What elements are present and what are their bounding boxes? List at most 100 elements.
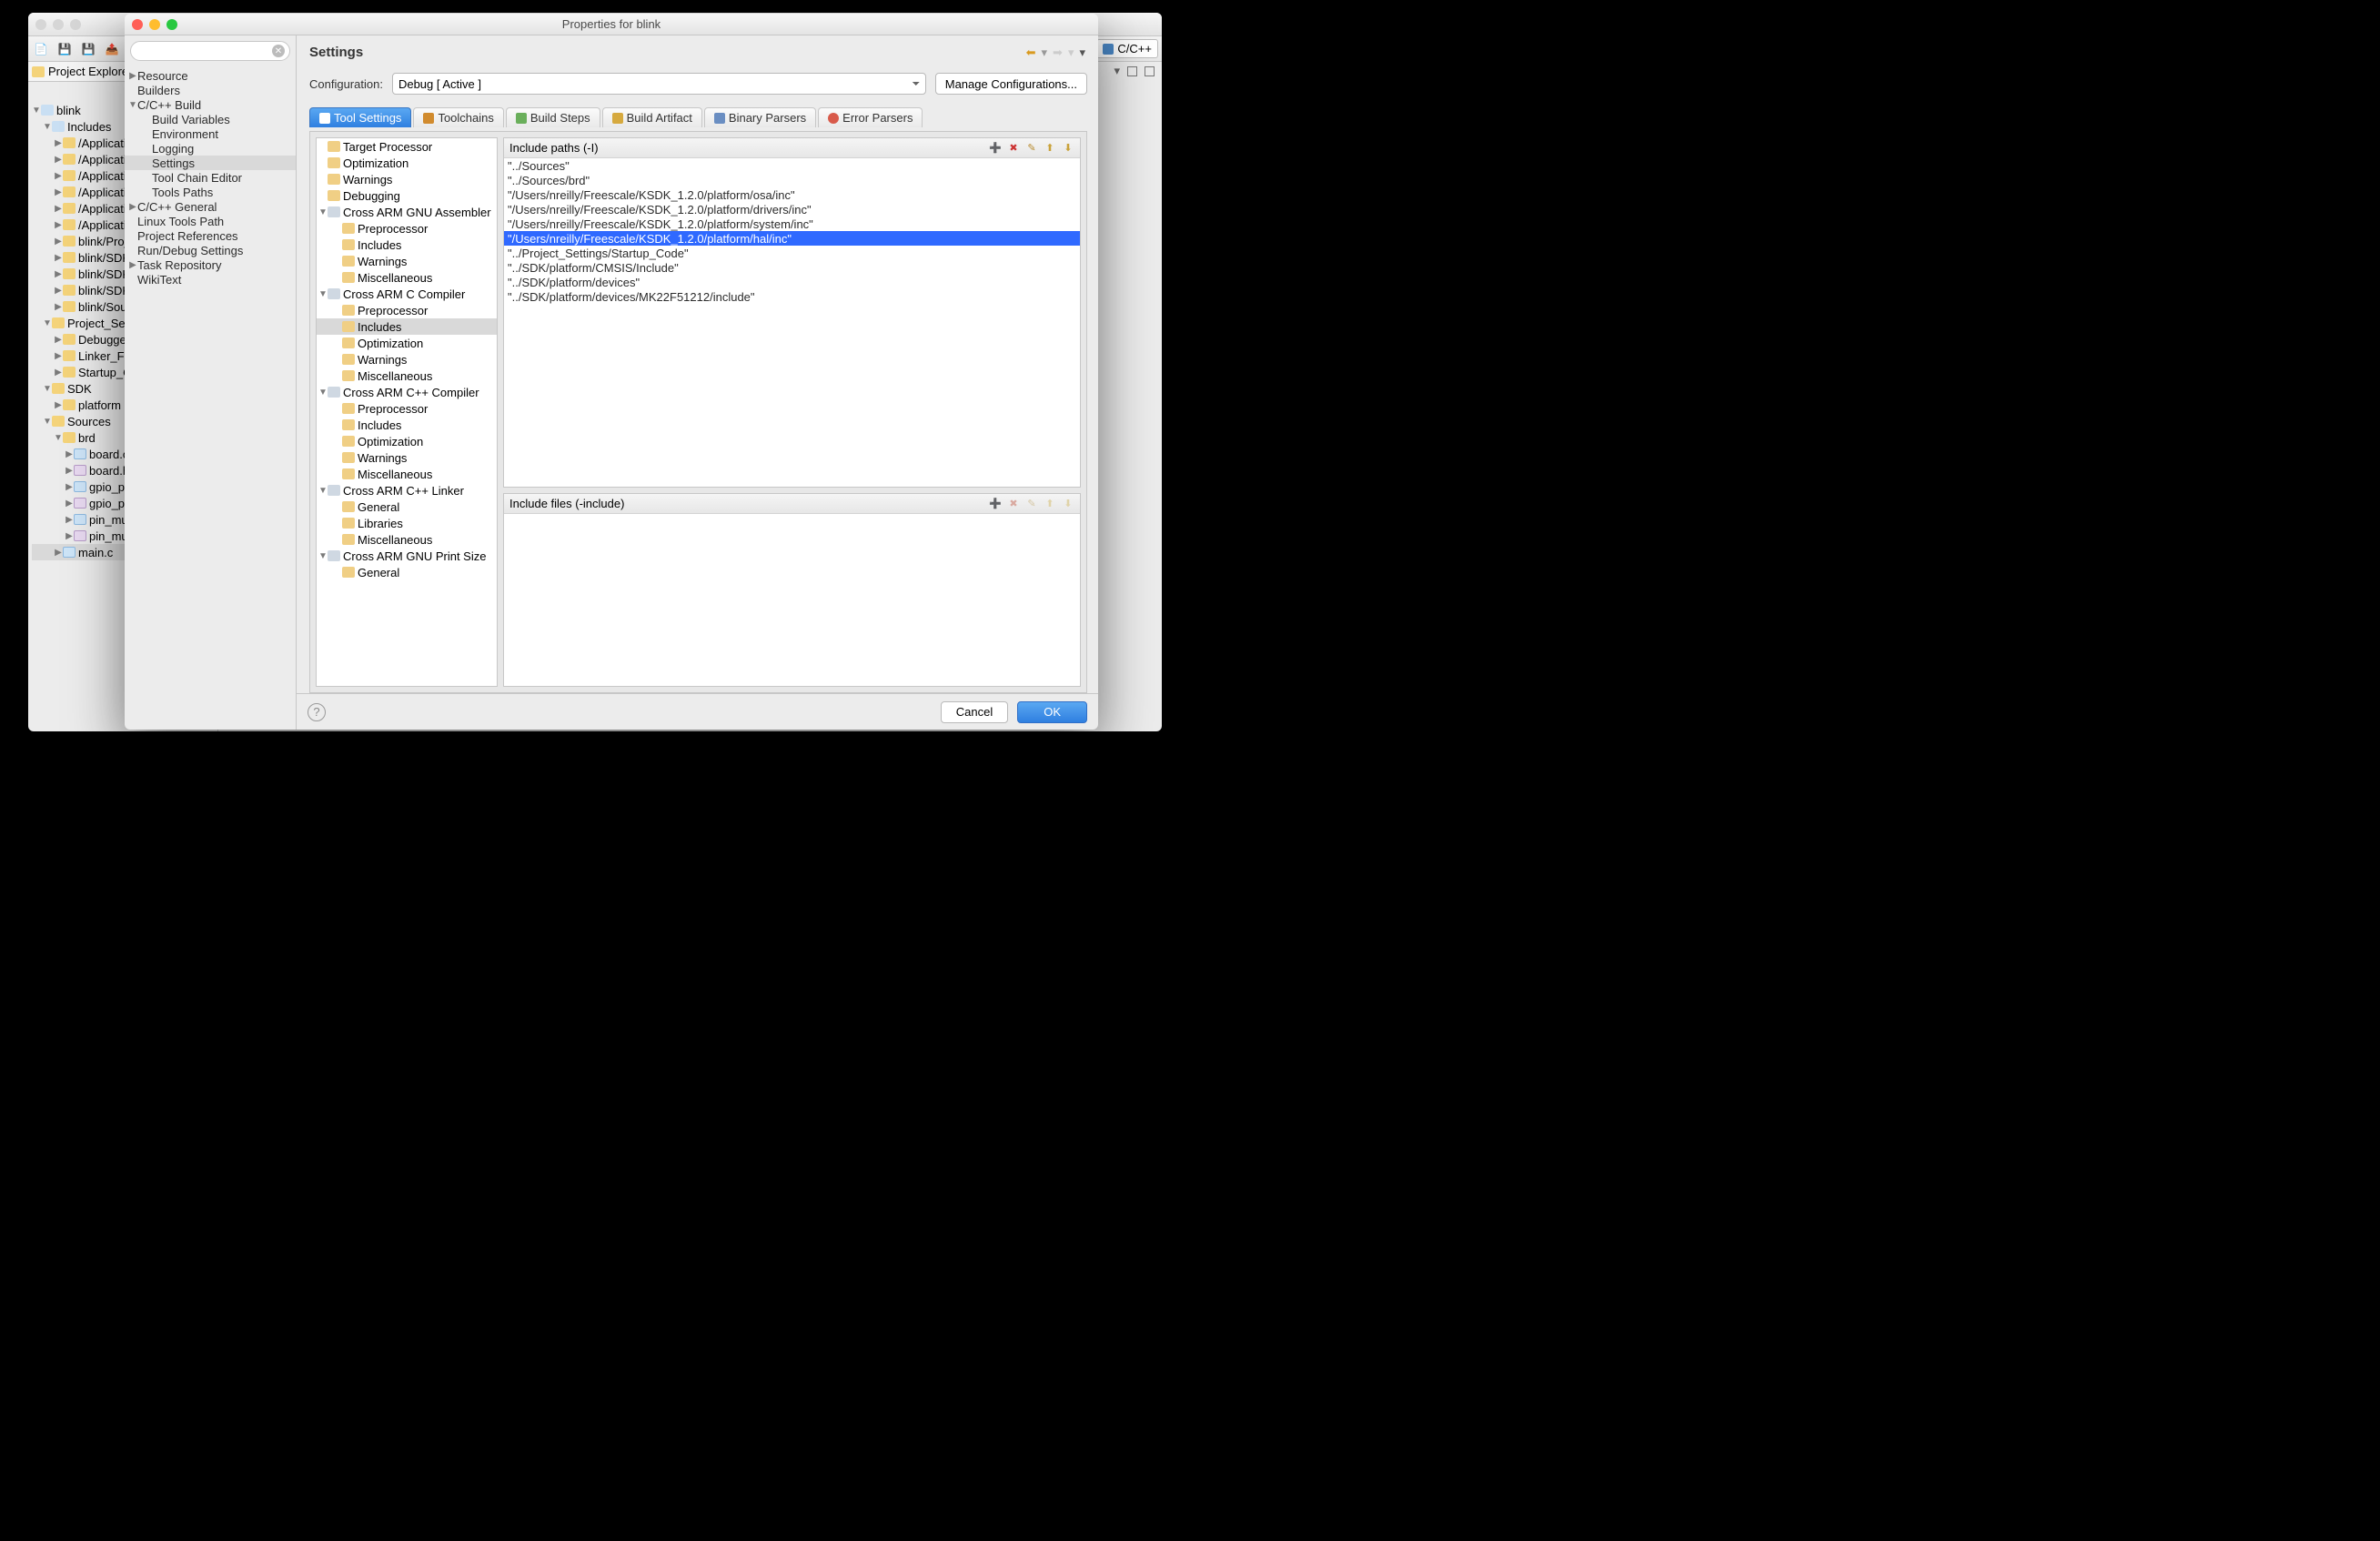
ok-button[interactable]: OK [1017,701,1087,723]
category-item[interactable]: Tool Chain Editor [125,170,296,185]
include-files-list[interactable] [504,514,1080,686]
include-path-item[interactable]: "../SDK/platform/devices" [504,275,1080,289]
include-paths-list[interactable]: "../Sources""../Sources/brd""/Users/nrei… [504,158,1080,487]
perspective-switcher[interactable]: C/C++ [1096,39,1158,58]
tool-tree-item[interactable]: Includes [317,237,497,253]
category-item[interactable]: Builders [125,83,296,97]
tool-tree-item[interactable]: Preprocessor [317,220,497,237]
include-path-item[interactable]: "/Users/nreilly/Freescale/KSDK_1.2.0/pla… [504,202,1080,217]
category-item[interactable]: ▶C/C++ General [125,199,296,214]
include-path-item[interactable]: "/Users/nreilly/Freescale/KSDK_1.2.0/pla… [504,217,1080,231]
tool-tree-item[interactable]: Miscellaneous [317,368,497,384]
nav-forward-menu-icon[interactable]: ▾ [1068,45,1074,60]
nav-back-menu-icon[interactable]: ▾ [1042,45,1048,60]
category-item[interactable]: Project References [125,228,296,243]
nav-back-icon[interactable]: ⬅ [1026,45,1036,60]
cancel-button[interactable]: Cancel [941,701,1008,723]
include-path-item[interactable]: "/Users/nreilly/Freescale/KSDK_1.2.0/pla… [504,231,1080,246]
tool-tree-item[interactable]: Miscellaneous [317,269,497,286]
save-icon[interactable]: 💾 [55,40,74,58]
move-file-down-icon[interactable]: ⬇ [1062,498,1074,510]
edit-file-icon[interactable]: ✎ [1025,498,1038,510]
move-file-up-icon[interactable]: ⬆ [1044,498,1056,510]
tool-tree-item[interactable]: Warnings [317,171,497,187]
settings-header: Settings ⬅▾ ➡▾ ▾ [297,35,1098,65]
new-icon[interactable]: 📄 [32,40,50,58]
tool-tree-item[interactable]: Includes [317,417,497,433]
tool-tree-item[interactable]: Libraries [317,515,497,531]
include-path-item[interactable]: "/Users/nreilly/Freescale/KSDK_1.2.0/pla… [504,187,1080,202]
tab-tool-settings[interactable]: Tool Settings [309,107,411,127]
tool-tree-item[interactable]: Optimization [317,433,497,449]
clear-search-icon[interactable]: ✕ [272,45,285,57]
tool-tree-item[interactable]: Debugging [317,187,497,204]
tool-tree-item[interactable]: Preprocessor [317,302,497,318]
include-path-item[interactable]: "../Sources/brd" [504,173,1080,187]
bg-max-dot[interactable] [70,19,81,30]
bg-close-dot[interactable] [35,19,46,30]
outline-chevron-icon[interactable]: ▾ [1114,64,1120,78]
tool-tree-item[interactable]: Preprocessor [317,400,497,417]
delete-path-icon[interactable]: ✖ [1007,142,1020,155]
tool-tree-item[interactable]: Miscellaneous [317,466,497,482]
delete-file-icon[interactable]: ✖ [1007,498,1020,510]
include-path-item[interactable]: "../Sources" [504,158,1080,173]
tab-build-artifact[interactable]: Build Artifact [602,107,702,127]
tool-tree-item[interactable]: Target Processor [317,138,497,155]
include-path-item[interactable]: "../SDK/platform/CMSIS/Include" [504,260,1080,275]
category-item[interactable]: Settings [125,156,296,170]
filter-search-wrap: ✕ [125,35,296,66]
move-up-icon[interactable]: ⬆ [1044,142,1056,155]
manage-configurations-button[interactable]: Manage Configurations... [935,73,1087,95]
cpp-perspective-icon [1103,44,1114,55]
tool-tree-item[interactable]: Miscellaneous [317,531,497,548]
category-item[interactable]: Linux Tools Path [125,214,296,228]
tool-tree-item[interactable]: Warnings [317,351,497,368]
category-item[interactable]: ▶Resource [125,68,296,83]
tool-tree-item[interactable]: Optimization [317,335,497,351]
category-item[interactable]: WikiText [125,272,296,287]
configuration-select[interactable]: Debug [ Active ] [392,73,926,95]
tool-tree-item[interactable]: Warnings [317,253,497,269]
help-icon[interactable]: ? [308,703,326,721]
include-path-item[interactable]: "../SDK/platform/devices/MK22F51212/incl… [504,289,1080,304]
filter-input[interactable] [130,41,290,61]
nav-menu-icon[interactable]: ▾ [1079,45,1085,60]
tool-tree-item[interactable]: General [317,564,497,580]
print-icon[interactable]: 📤 [103,40,121,58]
category-item[interactable]: Logging [125,141,296,156]
outline-max-icon[interactable] [1145,66,1155,76]
move-down-icon[interactable]: ⬇ [1062,142,1074,155]
tool-tree-item[interactable]: Warnings [317,449,497,466]
category-item[interactable]: Environment [125,126,296,141]
include-path-item[interactable]: "../Project_Settings/Startup_Code" [504,246,1080,260]
add-path-icon[interactable]: ➕ [989,142,1002,155]
outline-min-icon[interactable] [1127,66,1137,76]
tool-tree-item[interactable]: ▼Cross ARM C++ Compiler [317,384,497,400]
tool-tree-item[interactable]: Optimization [317,155,497,171]
edit-path-icon[interactable]: ✎ [1025,142,1038,155]
tool-settings-tree[interactable]: Target Processor Optimization Warnings D… [316,137,498,687]
category-item[interactable]: ▼C/C++ Build [125,97,296,112]
category-item[interactable]: ▶Task Repository [125,257,296,272]
add-file-icon[interactable]: ➕ [989,498,1002,510]
tab-toolchains[interactable]: Toolchains [413,107,503,127]
tool-tree-item[interactable]: ▼Cross ARM C++ Linker [317,482,497,499]
category-item[interactable]: Build Variables [125,112,296,126]
tab-error-parsers[interactable]: Error Parsers [818,107,923,127]
tool-tree-item[interactable]: ▼Cross ARM GNU Assembler [317,204,497,220]
nav-forward-icon[interactable]: ➡ [1053,45,1063,60]
bg-min-dot[interactable] [53,19,64,30]
tool-tree-item[interactable]: Includes [317,318,497,335]
tool-tree-item[interactable]: ▼Cross ARM GNU Print Size [317,548,497,564]
category-tree[interactable]: ▶Resource Builders▼C/C++ Build Build Var… [125,66,296,730]
tool-settings-body: Target Processor Optimization Warnings D… [309,131,1087,693]
dialog-titlebar[interactable]: Properties for blink [125,14,1098,35]
tab-binary-parsers[interactable]: Binary Parsers [704,107,816,127]
tab-build-steps[interactable]: Build Steps [506,107,600,127]
saveall-icon[interactable]: 💾 [79,40,97,58]
category-item[interactable]: Run/Debug Settings [125,243,296,257]
category-item[interactable]: Tools Paths [125,185,296,199]
tool-tree-item[interactable]: General [317,499,497,515]
tool-tree-item[interactable]: ▼Cross ARM C Compiler [317,286,497,302]
